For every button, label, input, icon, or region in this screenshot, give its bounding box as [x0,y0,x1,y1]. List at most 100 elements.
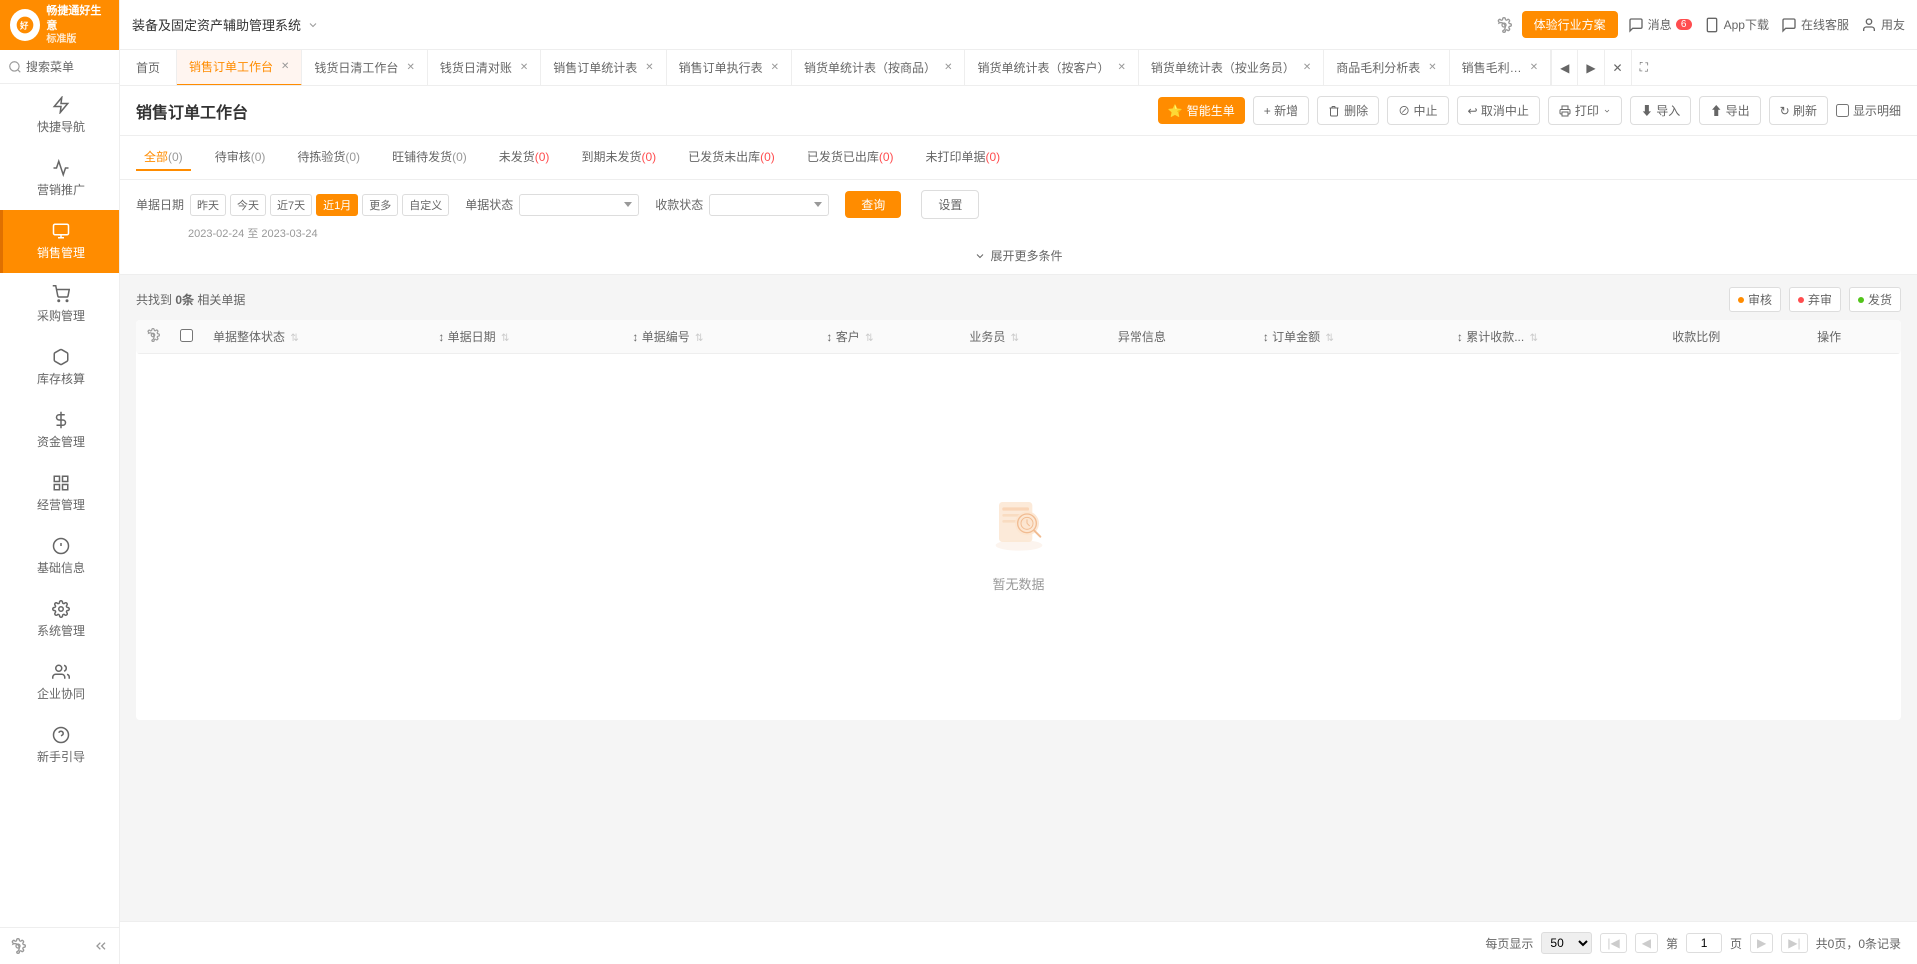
status-select[interactable] [519,194,639,216]
message-action[interactable]: 消息 6 [1628,16,1692,33]
total-label: 共0页，0条记录 [1816,935,1901,952]
tab-sales-stats-prod[interactable]: 销货单统计表（按商品） ✕ [792,50,965,86]
stop-btn[interactable]: ⊘ 中止 [1387,96,1448,125]
collapse-icon[interactable] [93,938,109,954]
industry-btn[interactable]: 体验行业方案 [1522,11,1618,38]
subtab-pending-inspect[interactable]: 待拣验货(0) [289,144,368,171]
subtab-not-shipped[interactable]: 未发货(0) [491,144,558,171]
per-page-label: 每页显示 [1485,935,1533,952]
sidebar-item-enterprise[interactable]: 企业协同 [0,651,119,714]
tab-gross-margin[interactable]: 商品毛利分析表 ✕ [1324,50,1449,86]
sidebar-item-purchase[interactable]: 采购管理 [0,273,119,336]
col-customer-header[interactable]: ↕ 客户 ⇅ [816,320,959,354]
refresh-btn[interactable]: ↻ 刷新 [1769,96,1828,125]
review-btn[interactable]: 审核 [1729,287,1781,312]
close-tab-icon[interactable]: ✕ [281,61,289,72]
last-page-btn[interactable]: ▶| [1781,933,1807,953]
query-btn[interactable]: 查询 [845,191,901,218]
set-btn[interactable]: 设置 [921,190,979,219]
print-btn[interactable]: 打印 [1548,96,1622,125]
date-more-btn[interactable]: 更多 [362,194,398,216]
subtab-wangpu-pending[interactable]: 旺铺待发货(0) [384,144,475,171]
subtab-shipped-out[interactable]: 已发货已出库(0) [799,144,902,171]
tab-sales-exec[interactable]: 销售订单执行表 ✕ [667,50,792,86]
close-tab-icon[interactable]: ✕ [645,62,653,73]
subtab-all[interactable]: 全部(0) [136,144,191,171]
tab-sales-stats-cust[interactable]: 销货单统计表（按客户） ✕ [965,50,1138,86]
sidebar-item-marketing[interactable]: 营销推广 [0,147,119,210]
close-tab-icon[interactable]: ✕ [1530,62,1538,73]
col-collected-header[interactable]: ↕ 累计收款... ⇅ [1447,320,1662,354]
user-action[interactable]: 用友 [1861,16,1905,33]
show-detail-toggle[interactable]: 显示明细 [1836,102,1901,119]
close-tab-icon[interactable]: ✕ [1303,62,1311,73]
settings-icon[interactable] [10,938,26,954]
tab-sales-order-workbench[interactable]: 销售订单工作台 ✕ [177,50,302,86]
ship-dot [1858,297,1864,303]
import-btn[interactable]: ⬇ 导入 [1630,96,1691,125]
delete-btn[interactable]: 删除 [1317,96,1379,125]
page-suffix: 页 [1730,935,1742,952]
ship-btn[interactable]: 发货 [1849,287,1901,312]
date-7days-btn[interactable]: 近7天 [270,194,312,216]
first-page-btn[interactable]: |◀ [1600,933,1626,953]
tab-sales-stats-staff[interactable]: 销货单统计表（按业务员） ✕ [1139,50,1324,86]
col-number-header[interactable]: ↕ 单据编号 ⇅ [622,320,816,354]
result-text: 共找到 0条 相关单据 [136,291,245,308]
close-tab-icon[interactable]: ✕ [1117,62,1125,73]
per-page-select[interactable]: 10 20 50 100 [1541,932,1592,954]
col-date-header[interactable]: ↕ 单据日期 ⇅ [428,320,622,354]
tab-sales-stats[interactable]: 销售订单统计表 ✕ [541,50,666,86]
prev-page-btn[interactable]: ◀ [1635,933,1658,953]
close-tab-icon[interactable]: ✕ [771,62,779,73]
sidebar-item-finance[interactable]: 资金管理 [0,399,119,462]
date-yesterday-btn[interactable]: 昨天 [190,194,226,216]
expand-filter-btn[interactable]: 展开更多条件 [974,247,1062,264]
close-tab-icon[interactable]: ✕ [520,62,528,73]
tab-daily-cash[interactable]: 钱货日清工作台 ✕ [302,50,427,86]
subtab-pending-review[interactable]: 待审核(0) [207,144,274,171]
sidebar-item-basic-info[interactable]: 基础信息 [0,525,119,588]
cancel-stop-btn[interactable]: ↩ 取消中止 [1457,96,1540,125]
table-info: 共找到 0条 相关单据 审核 弃审 发货 [136,287,1901,312]
next-page-btn[interactable]: ▶ [1750,933,1773,953]
close-tab-icon[interactable]: ✕ [406,62,414,73]
show-detail-checkbox[interactable] [1836,104,1849,117]
tab-maximize-btn[interactable]: ⛶ [1631,50,1656,86]
tab-next-btn[interactable]: ▶ [1577,50,1603,86]
close-tab-icon[interactable]: ✕ [1428,62,1436,73]
smart-generate-btn[interactable]: ⭐ 智能生单 [1158,97,1245,124]
subtab-shipped-not-out[interactable]: 已发货未出库(0) [680,144,783,171]
payment-select[interactable] [709,194,829,216]
sidebar-item-operation[interactable]: 经营管理 [0,462,119,525]
select-all-checkbox[interactable] [180,329,193,342]
app-download-action[interactable]: App下载 [1704,16,1769,33]
add-btn[interactable]: + 新增 [1253,96,1309,125]
date-1month-btn[interactable]: 近1月 [316,194,358,216]
dropdown-icon[interactable] [307,19,319,31]
sidebar-item-inventory[interactable]: 库存核算 [0,336,119,399]
tab-cash-reconcile[interactable]: 钱货日清对账 ✕ [428,50,541,86]
sidebar-item-system[interactable]: 系统管理 [0,588,119,651]
subtab-not-printed[interactable]: 未打印单据(0) [918,144,1009,171]
date-custom-btn[interactable]: 自定义 [402,194,449,216]
subtab-expired-not-shipped[interactable]: 到期未发货(0) [573,144,664,171]
sidebar-item-sales[interactable]: 销售管理 [0,210,119,273]
col-amount-header[interactable]: ↕ 订单金额 ⇅ [1253,320,1447,354]
gear-icon[interactable] [1496,17,1512,33]
sidebar-item-newbie[interactable]: 新手引导 [0,714,119,777]
col-salesman-header[interactable]: 业务员 ⇅ [959,320,1108,354]
date-today-btn[interactable]: 今天 [230,194,266,216]
sidebar-search[interactable]: 搜索菜单 [0,50,119,84]
close-tab-icon[interactable]: ✕ [944,62,952,73]
topbar-actions: 消息 6 App下载 在线客服 用友 [1628,16,1905,33]
tab-close-all-btn[interactable]: ✕ [1604,50,1631,86]
export-btn[interactable]: ⬆ 导出 [1699,96,1760,125]
online-service-action[interactable]: 在线客服 [1781,16,1849,33]
tab-sales-gross[interactable]: 销售毛利… ✕ [1450,50,1551,86]
tab-home[interactable]: 首页 [120,50,177,86]
sidebar-item-quick-nav[interactable]: 快捷导航 [0,84,119,147]
page-input[interactable] [1686,933,1722,953]
cancel-review-btn[interactable]: 弃审 [1789,287,1841,312]
tab-prev-btn[interactable]: ◀ [1551,50,1577,86]
